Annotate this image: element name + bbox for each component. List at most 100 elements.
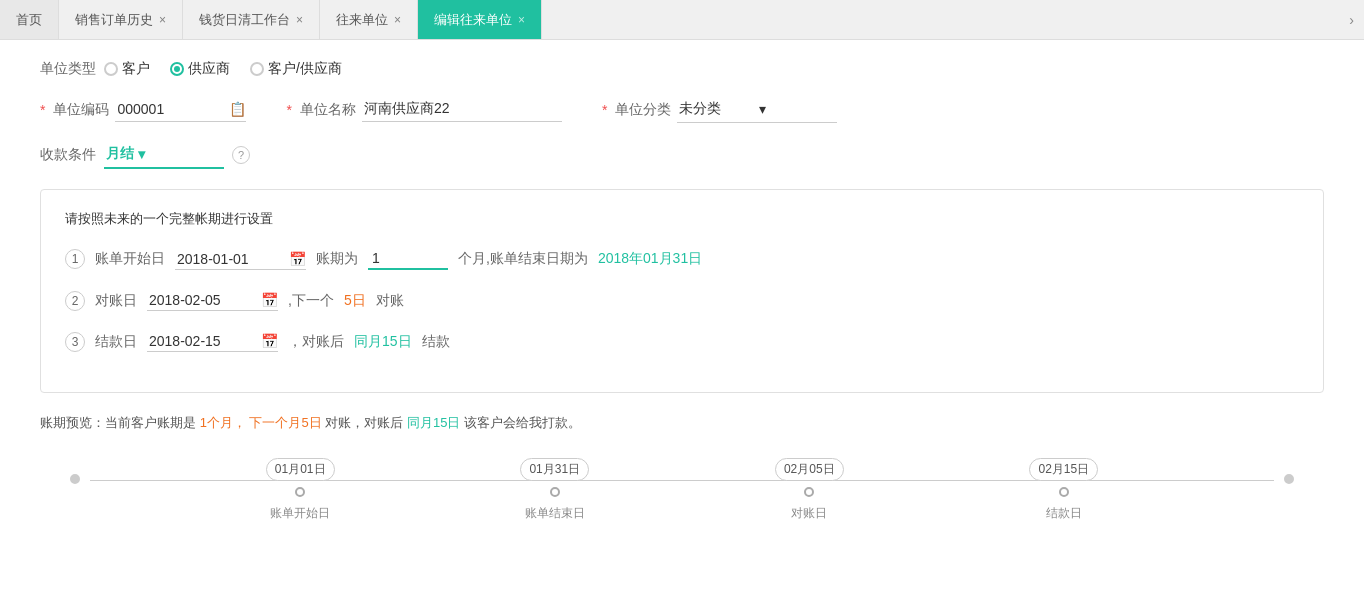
timeline: 01月01日 账单开始日 01月31日 账单结束日 02月05日 对账日 02月… [40,458,1324,522]
period-section: 请按照未来的一个完整帐期进行设置 1 账单开始日 📅 账期为 个月,账单结束日期… [40,189,1324,393]
timeline-node-2-label: 账单结束日 [525,505,585,522]
preview-prefix: 账期预览：当前客户账期是 [40,415,196,430]
tab-home-label: 首页 [16,11,42,29]
radio-customer[interactable]: 客户 [104,60,150,78]
tab-sales-history-close[interactable]: × [159,13,166,27]
step-1-end-date: 2018年01月31日 [598,250,702,268]
code-name-category-row: * 单位编码 📋 * 单位名称 * 单位分类 未分类 ▾ [40,96,1324,123]
tab-cashier[interactable]: 钱货日清工作台 × [183,0,320,39]
timeline-node-4-badge: 02月15日 [1029,458,1098,481]
copy-icon[interactable]: 📋 [229,101,246,117]
timeline-node-4: 02月15日 结款日 [1029,458,1098,522]
timeline-node-3: 02月05日 对账日 [775,458,844,522]
tab-sales-history[interactable]: 销售订单历史 × [59,0,183,39]
radio-cs-circle [250,62,264,76]
step-3-date-field[interactable]: 📅 [147,331,278,352]
step-3-suffix-after: 结款 [422,333,450,351]
step-1-date-input[interactable] [175,249,285,269]
step-2-highlight: 5日 [344,292,366,310]
chevron-right-icon: › [1349,12,1354,28]
unit-type-radio-group: 客户 供应商 客户/供应商 [104,60,342,78]
unit-category-select[interactable]: 未分类 ▾ [677,96,837,123]
step-1-calendar-icon[interactable]: 📅 [289,251,306,267]
tab-partners-close[interactable]: × [394,13,401,27]
tab-edit-partner-close[interactable]: × [518,13,525,27]
tab-home[interactable]: 首页 [0,0,59,39]
preview-part2: 下一个月5日 [249,415,321,430]
step-1-label: 账单开始日 [95,250,165,268]
timeline-node-2-badge: 01月31日 [520,458,589,481]
tab-edit-partner-label: 编辑往来单位 [434,11,512,29]
unit-name-required: * [286,102,291,118]
payment-cond-select[interactable]: 月结 ▾ [104,141,224,169]
tab-partners[interactable]: 往来单位 × [320,0,418,39]
timeline-start-dot [70,474,80,484]
help-icon[interactable]: ? [232,146,250,164]
category-dropdown-arrow: ▾ [759,101,835,117]
main-content: 单位类型 客户 供应商 客户/供应商 * 单位编码 📋 [0,40,1364,608]
step-2-date-field[interactable]: 📅 [147,290,278,311]
preview-part3: 对账，对账后 [325,415,403,430]
step-2-label: 对账日 [95,292,137,310]
radio-customer-supplier[interactable]: 客户/供应商 [250,60,342,78]
timeline-node-3-badge: 02月05日 [775,458,844,481]
tab-sales-history-label: 销售订单历史 [75,11,153,29]
radio-supplier[interactable]: 供应商 [170,60,230,78]
step-3-row: 3 结款日 📅 ，对账后 同月15日 结款 [65,331,1299,352]
tab-cashier-label: 钱货日清工作台 [199,11,290,29]
tabs-overflow-button[interactable]: › [1339,0,1364,39]
step-1-period-input[interactable] [368,248,448,270]
tabs-bar: 首页 销售订单历史 × 钱货日清工作台 × 往来单位 × 编辑往来单位 × › [0,0,1364,40]
unit-name-label: 单位名称 [300,101,356,119]
unit-code-label: 单位编码 [53,101,109,119]
step-2-date-input[interactable] [147,290,257,310]
timeline-node-2: 01月31日 账单结束日 [520,458,589,522]
tab-cashier-close[interactable]: × [296,13,303,27]
unit-code-input[interactable] [115,97,225,121]
timeline-node-3-label: 对账日 [791,505,827,522]
preview-section: 账期预览：当前客户账期是 1个月， 下一个月5日 对账，对账后 同月15日 该客… [40,413,1324,434]
step-1-row: 1 账单开始日 📅 账期为 个月,账单结束日期为 2018年01月31日 [65,248,1299,270]
payment-cond-row: 收款条件 月结 ▾ ? [40,141,1324,169]
step-3-highlight: 同月15日 [354,333,412,351]
step-2-num: 2 [65,291,85,311]
timeline-node-4-label: 结款日 [1046,505,1082,522]
unit-type-row: 单位类型 客户 供应商 客户/供应商 [40,60,1324,78]
unit-code-field[interactable]: 📋 [115,97,246,122]
step-1-date-field[interactable]: 📅 [175,249,306,270]
step-1-period-label: 账期为 [316,250,358,268]
timeline-node-1-badge: 01月01日 [266,458,335,481]
unit-code-required: * [40,102,45,118]
preview-part4: 同月15日 [407,415,460,430]
step-3-label: 结款日 [95,333,137,351]
preview-part1: 1个月， [200,415,246,430]
payment-cond-label: 收款条件 [40,146,96,164]
timeline-end-dot [1284,474,1294,484]
radio-cs-label: 客户/供应商 [268,60,342,78]
step-3-num: 3 [65,332,85,352]
radio-customer-circle [104,62,118,76]
step-2-calendar-icon[interactable]: 📅 [261,292,278,308]
radio-supplier-label: 供应商 [188,60,230,78]
unit-category-label: 单位分类 [615,101,671,119]
step-3-date-input[interactable] [147,331,257,351]
tab-partners-label: 往来单位 [336,11,388,29]
payment-cond-value: 月结 [106,145,134,163]
unit-name-input[interactable] [362,97,562,122]
unit-cat-required: * [602,102,607,118]
radio-customer-label: 客户 [122,60,150,78]
unit-type-label: 单位类型 [40,60,96,78]
step-2-row: 2 对账日 📅 ,下一个 5日 对账 [65,290,1299,311]
preview-suffix: 该客户会给我打款。 [464,415,581,430]
radio-supplier-circle [170,62,184,76]
step-3-calendar-icon[interactable]: 📅 [261,333,278,349]
step-2-suffix-before: ,下一个 [288,292,334,310]
step-3-suffix-before: ，对账后 [288,333,344,351]
timeline-node-1: 01月01日 账单开始日 [266,458,335,522]
timeline-node-1-label: 账单开始日 [270,505,330,522]
step-1-period-unit: 个月,账单结束日期为 [458,250,588,268]
step-2-suffix-after: 对账 [376,292,404,310]
unit-category-value: 未分类 [679,100,755,118]
section-title: 请按照未来的一个完整帐期进行设置 [65,210,1299,228]
tab-edit-partner[interactable]: 编辑往来单位 × [418,0,542,39]
